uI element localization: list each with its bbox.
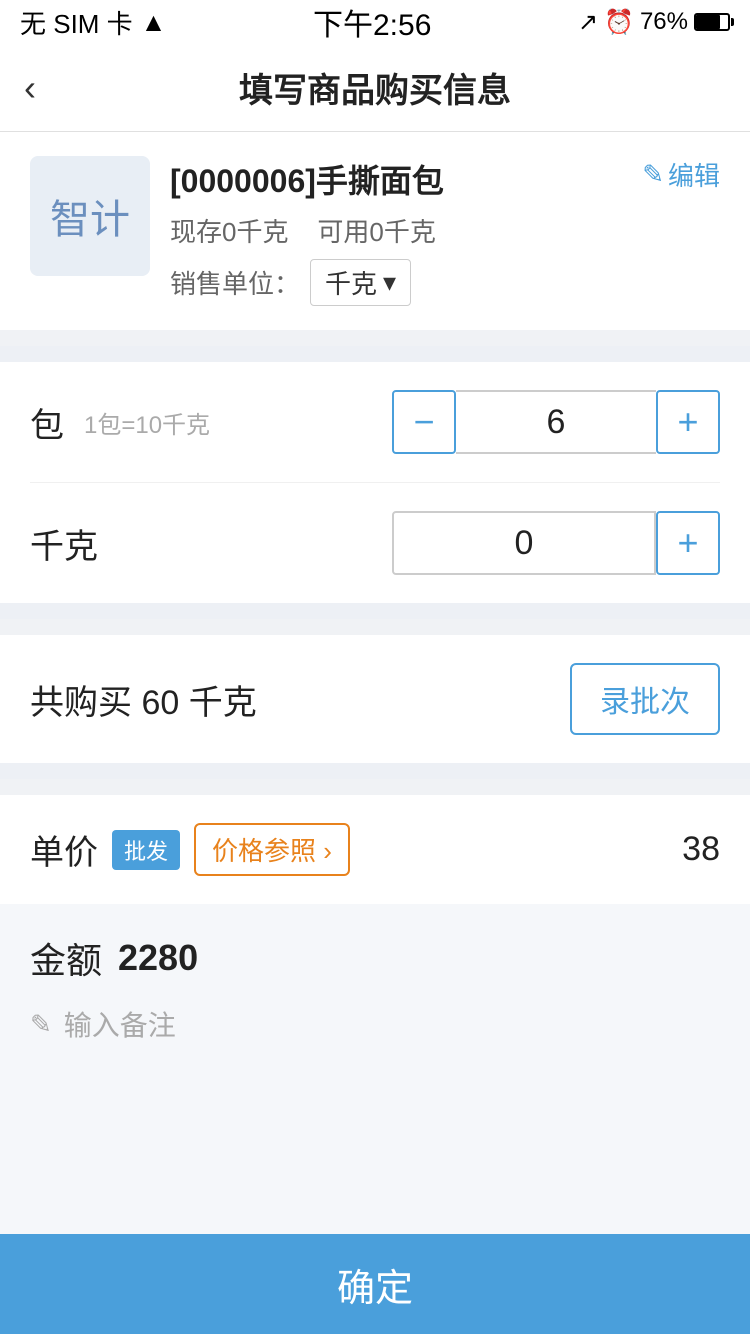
qianke-input[interactable] [392,511,656,575]
amount-section: 金额 2280 ✎ 输入备注 [0,904,750,1234]
main-content: 智计 [0000006]手撕面包 ✎ 编辑 现存0千克 可用0千克 销售单位： … [0,132,750,1234]
note-row[interactable]: ✎ 输入备注 [30,1004,720,1044]
product-card: 智计 [0000006]手撕面包 ✎ 编辑 现存0千克 可用0千克 销售单位： … [0,132,750,330]
product-image: 智计 [30,156,150,276]
battery-percent: 76% [640,8,688,36]
bao-input[interactable] [456,390,656,454]
available-label: 可用0千克 [317,217,435,247]
section-divider-3 [0,763,750,779]
price-value: 38 [682,830,720,869]
unit-label: 销售单位： [170,264,300,301]
edit-icon: ✎ [642,159,664,190]
bao-stepper: − + [392,390,720,454]
stock-label: 现存0千克 [170,217,288,247]
location-icon: ↗ [578,8,598,37]
qianke-stepper: + [392,511,720,575]
price-tag: 批发 [112,830,180,870]
price-label: 单价 [30,825,98,874]
status-time: 下午2:56 [313,0,431,44]
amount-row: 金额 2280 [30,932,720,984]
batch-button[interactable]: 录批次 [570,663,720,735]
confirm-footer[interactable]: 确定 [0,1234,750,1334]
product-stock: 现存0千克 可用0千克 [170,212,720,249]
bao-increment-button[interactable]: + [656,390,720,454]
product-name: [0000006]手撕面包 [170,156,444,202]
stock-separator [296,217,310,247]
qianke-increment-button[interactable]: + [656,511,720,575]
battery-icon [694,13,730,31]
carrier-label: 无 SIM 卡 [20,4,133,41]
product-unit-row: 销售单位： 千克 ▾ [170,259,720,306]
bao-row: 包 1包=10千克 − + [30,362,720,483]
price-section: 单价 批发 价格参照 › 38 [0,795,750,904]
status-left: 无 SIM 卡 ▲ [20,4,166,41]
status-bar: 无 SIM 卡 ▲ 下午2:56 ↗ ⏰ 76% [0,0,750,44]
total-section: 共购买 60 千克 录批次 [0,635,750,763]
bao-hint: 1包=10千克 [84,405,210,440]
product-logo: 智计 [50,187,130,245]
back-button[interactable]: ‹ [24,67,36,109]
chevron-down-icon: ▾ [383,267,396,298]
pencil-icon: ✎ [30,1009,52,1040]
edit-label: 编辑 [668,156,720,193]
product-info: [0000006]手撕面包 ✎ 编辑 现存0千克 可用0千克 销售单位： 千克 … [170,156,720,306]
input-section: 包 1包=10千克 − + 千克 + [0,362,750,603]
section-divider-2 [0,603,750,619]
price-ref-button[interactable]: 价格参照 › [194,823,350,876]
status-right: ↗ ⏰ 76% [578,8,730,37]
amount-value: 2280 [118,937,198,979]
edit-button[interactable]: ✎ 编辑 [642,156,720,193]
amount-label: 金额 [30,932,102,984]
price-left: 单价 批发 价格参照 › [30,823,350,876]
qianke-label: 千克 [30,519,98,568]
unit-dropdown[interactable]: 千克 ▾ [310,259,411,306]
unit-value: 千克 [325,264,377,301]
page-title: 填写商品购买信息 [239,63,511,112]
confirm-button[interactable]: 确定 [337,1257,413,1312]
wifi-icon: ▲ [141,7,167,38]
qianke-row: 千克 + [30,483,720,603]
nav-bar: ‹ 填写商品购买信息 [0,44,750,132]
alarm-icon: ⏰ [604,8,634,37]
note-placeholder: 输入备注 [64,1004,176,1044]
bao-label: 包 [30,398,64,447]
section-divider-1 [0,346,750,362]
bao-decrement-button[interactable]: − [392,390,456,454]
total-label: 共购买 60 千克 [30,675,257,724]
